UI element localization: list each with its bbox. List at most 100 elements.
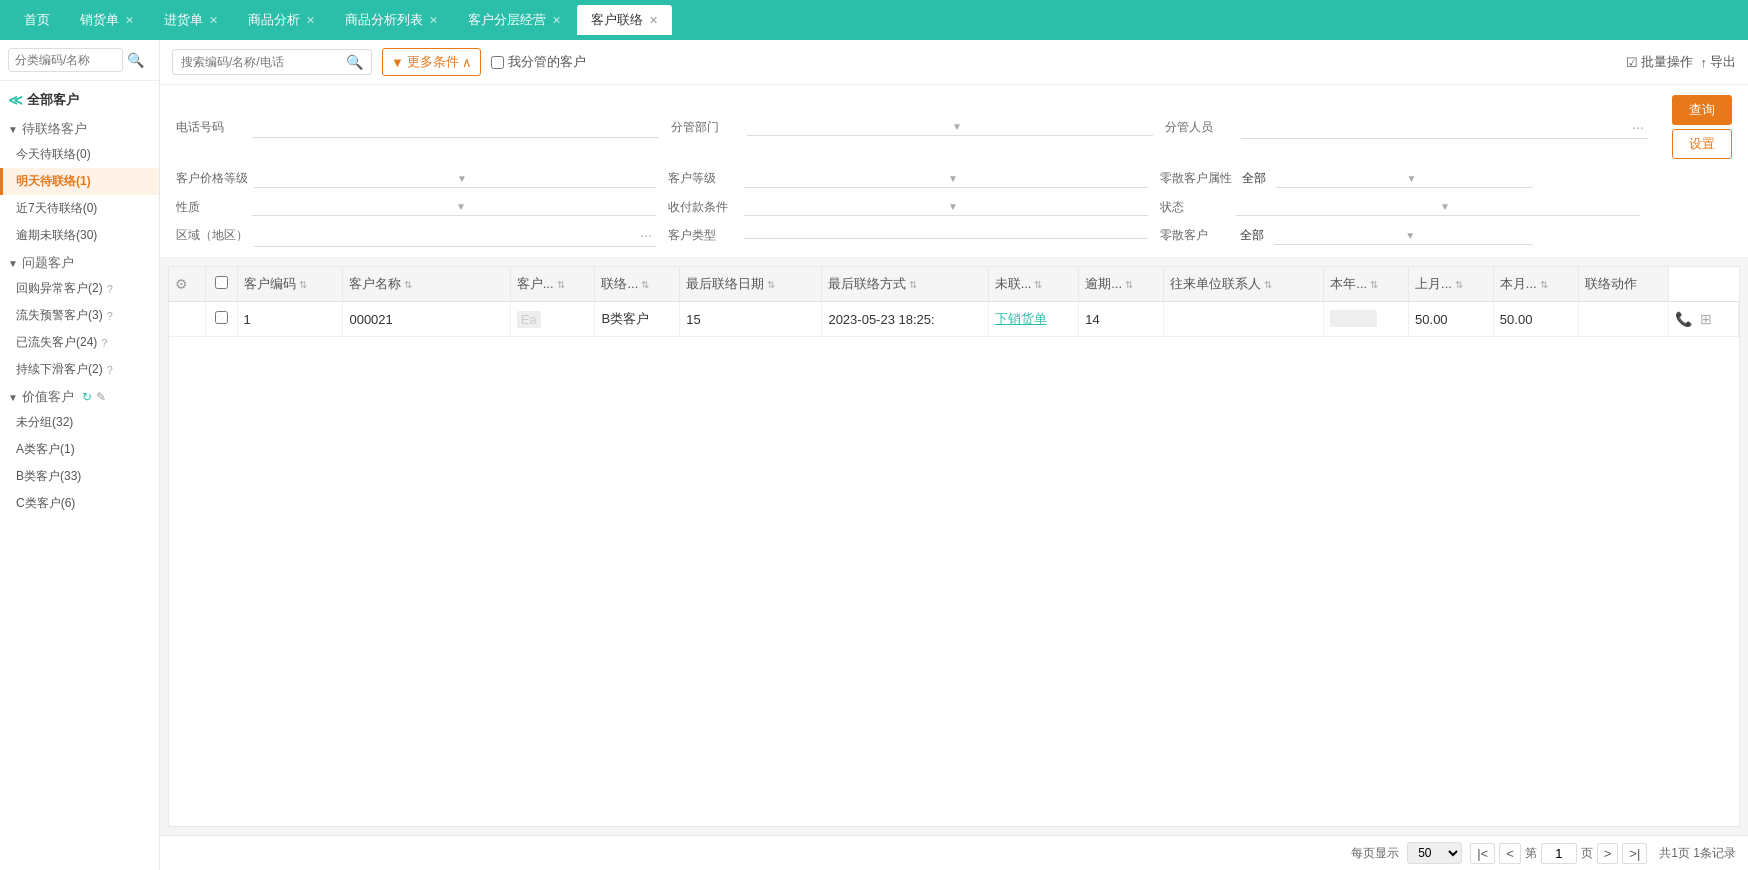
my-customers-check[interactable]	[491, 56, 504, 69]
table-footer: 每页显示 50 100 200 |< < 第 页 > >| 共1页 1条记录	[160, 835, 1748, 870]
td-last-contact-date: 2023-05-23 18:25:	[822, 302, 988, 337]
sort-icon[interactable]: ⇅	[299, 279, 307, 290]
filter-label-customer-type: 客户类型	[668, 227, 738, 244]
filter-label-retail-customer: 零散客户	[1160, 227, 1230, 244]
sidebar-item-repurchase-abnormal[interactable]: 回购异常客户(2) ?	[0, 275, 159, 302]
close-icon[interactable]: ✕	[125, 14, 134, 27]
collapse-icon: ≪	[8, 92, 23, 108]
per-page-select[interactable]: 50 100 200	[1407, 842, 1462, 864]
chevron-down-icon: ▼	[1405, 230, 1528, 241]
filter-select-customer-level[interactable]: ▼	[744, 170, 1148, 188]
sidebar-item-churn-warning[interactable]: 流失预警客户(3) ?	[0, 302, 159, 329]
filter-dots-manager[interactable]: ···	[1632, 119, 1644, 135]
sort-icon[interactable]: ⇅	[1034, 279, 1042, 290]
nav-product-analysis[interactable]: 商品分析 ✕	[234, 5, 329, 35]
filter-select-status[interactable]: ▼	[1236, 198, 1640, 216]
sort-icon[interactable]: ⇅	[909, 279, 917, 290]
sort-icon[interactable]: ⇅	[404, 279, 412, 290]
sidebar-item-ungrouped[interactable]: 未分组(32)	[0, 409, 159, 436]
chevron-down-icon: ▼	[948, 173, 1144, 184]
close-icon[interactable]: ✕	[306, 14, 315, 27]
sort-icon[interactable]: ⇅	[557, 279, 565, 290]
td-customer-type: B类客户	[595, 302, 680, 337]
nav-product-analysis-list[interactable]: 商品分析列表 ✕	[331, 5, 452, 35]
filter-input-phone[interactable]	[252, 117, 659, 138]
filter-select-payment[interactable]: ▼	[744, 198, 1148, 216]
sidebar-root-all-customers[interactable]: ≪ 全部客户	[0, 85, 159, 115]
nav-purchase-order[interactable]: 进货单 ✕	[150, 5, 232, 35]
th-current-month: 本月...⇅	[1493, 267, 1578, 302]
phone-action-icon[interactable]: 📞	[1675, 311, 1692, 327]
last-contact-method-link[interactable]: 下销货单	[995, 311, 1047, 326]
th-company-contact: 往来单位联系人⇅	[1164, 267, 1324, 302]
filter-customer-level: 客户等级 ▼	[668, 170, 1148, 188]
sidebar-search-input[interactable]	[8, 48, 123, 72]
sidebar-item-churned[interactable]: 已流失客户(24) ?	[0, 329, 159, 356]
sidebar-item-tomorrow-contact[interactable]: 明天待联络(1)	[0, 168, 159, 195]
filter-select-retail-attr[interactable]: ▼	[1276, 170, 1533, 188]
batch-operation-btn[interactable]: ☑ 批量操作	[1626, 53, 1693, 71]
td-name: Ea	[510, 302, 595, 337]
nav-customer-contact[interactable]: 客户联络 ✕	[577, 5, 672, 35]
reset-button[interactable]: 设置	[1672, 129, 1732, 159]
sidebar-item-week-contact[interactable]: 近7天待联络(0)	[0, 195, 159, 222]
close-icon[interactable]: ✕	[429, 14, 438, 27]
sidebar-search-icon[interactable]: 🔍	[127, 52, 144, 68]
filter-select-nature[interactable]: ▼	[252, 198, 656, 216]
search-input[interactable]	[181, 55, 340, 69]
query-button[interactable]: 查询	[1672, 95, 1732, 125]
filter-select-retail-customer[interactable]: ▼	[1274, 227, 1533, 245]
sort-icon[interactable]: ⇅	[1540, 279, 1548, 290]
nav-home[interactable]: 首页	[10, 5, 64, 35]
refresh-icon[interactable]: ↻	[82, 390, 92, 404]
select-all-checkbox[interactable]	[215, 276, 228, 289]
sort-icon[interactable]: ⇅	[1455, 279, 1463, 290]
grid-action-icon[interactable]: ⊞	[1700, 311, 1712, 327]
sort-icon[interactable]: ⇅	[1264, 279, 1272, 290]
export-btn[interactable]: ↑ 导出	[1701, 53, 1737, 71]
th-gear: ⚙	[169, 267, 205, 302]
search-submit-icon[interactable]: 🔍	[346, 54, 363, 70]
th-checkbox	[205, 267, 237, 302]
td-last-month: 50.00	[1493, 302, 1578, 337]
close-icon[interactable]: ✕	[209, 14, 218, 27]
th-current-year: 本年...⇅	[1324, 267, 1409, 302]
sort-icon[interactable]: ⇅	[641, 279, 649, 290]
filter-label-payment: 收付款条件	[668, 199, 738, 216]
sidebar-item-today-contact[interactable]: 今天待联络(0)	[0, 141, 159, 168]
chevron-down-icon: ▼	[457, 173, 652, 184]
filter-label-price-level: 客户价格等级	[176, 170, 248, 187]
close-icon[interactable]: ✕	[649, 14, 658, 27]
first-page-btn[interactable]: |<	[1470, 843, 1495, 864]
nav-customer-layering[interactable]: 客户分层经营 ✕	[454, 5, 575, 35]
more-conditions-btn[interactable]: ▼ 更多条件 ∧	[382, 48, 481, 76]
close-icon[interactable]: ✕	[552, 14, 561, 27]
filter-select-dept[interactable]: ▼	[747, 118, 1154, 136]
row-checkbox[interactable]	[215, 311, 228, 324]
filter-row-2: 客户价格等级 ▼ 客户等级 ▼ 零散客户属性 全部	[176, 167, 1732, 190]
sidebar-item-type-b[interactable]: B类客户(33)	[0, 463, 159, 490]
th-overdue: 逾期...⇅	[1079, 267, 1164, 302]
last-page-btn[interactable]: >|	[1622, 843, 1647, 864]
export-icon: ↑	[1701, 55, 1708, 70]
sort-icon[interactable]: ⇅	[1125, 279, 1133, 290]
gear-settings-icon[interactable]: ⚙	[175, 276, 188, 292]
sidebar-item-declining[interactable]: 持续下滑客户(2) ?	[0, 356, 159, 383]
sidebar-item-type-c[interactable]: C类客户(6)	[0, 490, 159, 517]
nav-sales-order[interactable]: 销货单 ✕	[66, 5, 148, 35]
my-customers-checkbox[interactable]: 我分管的客户	[491, 53, 586, 71]
filter-select-customer-type[interactable]	[744, 232, 1148, 239]
filter-select-price-level[interactable]: ▼	[254, 170, 656, 188]
th-last-month: 上月...⇅	[1409, 267, 1494, 302]
filter-nature: 性质 ▼	[176, 198, 656, 216]
prev-page-btn[interactable]: <	[1499, 843, 1521, 864]
sidebar-item-overdue-contact[interactable]: 逾期未联络(30)	[0, 222, 159, 249]
sort-icon[interactable]: ⇅	[1370, 279, 1378, 290]
filter-payment: 收付款条件 ▼	[668, 198, 1148, 216]
edit-icon[interactable]: ✎	[96, 390, 106, 404]
sidebar-item-type-a[interactable]: A类客户(1)	[0, 436, 159, 463]
page-number-input[interactable]	[1541, 843, 1577, 864]
filter-dots-region[interactable]: ···	[640, 227, 652, 243]
next-page-btn[interactable]: >	[1597, 843, 1619, 864]
sort-icon[interactable]: ⇅	[767, 279, 775, 290]
